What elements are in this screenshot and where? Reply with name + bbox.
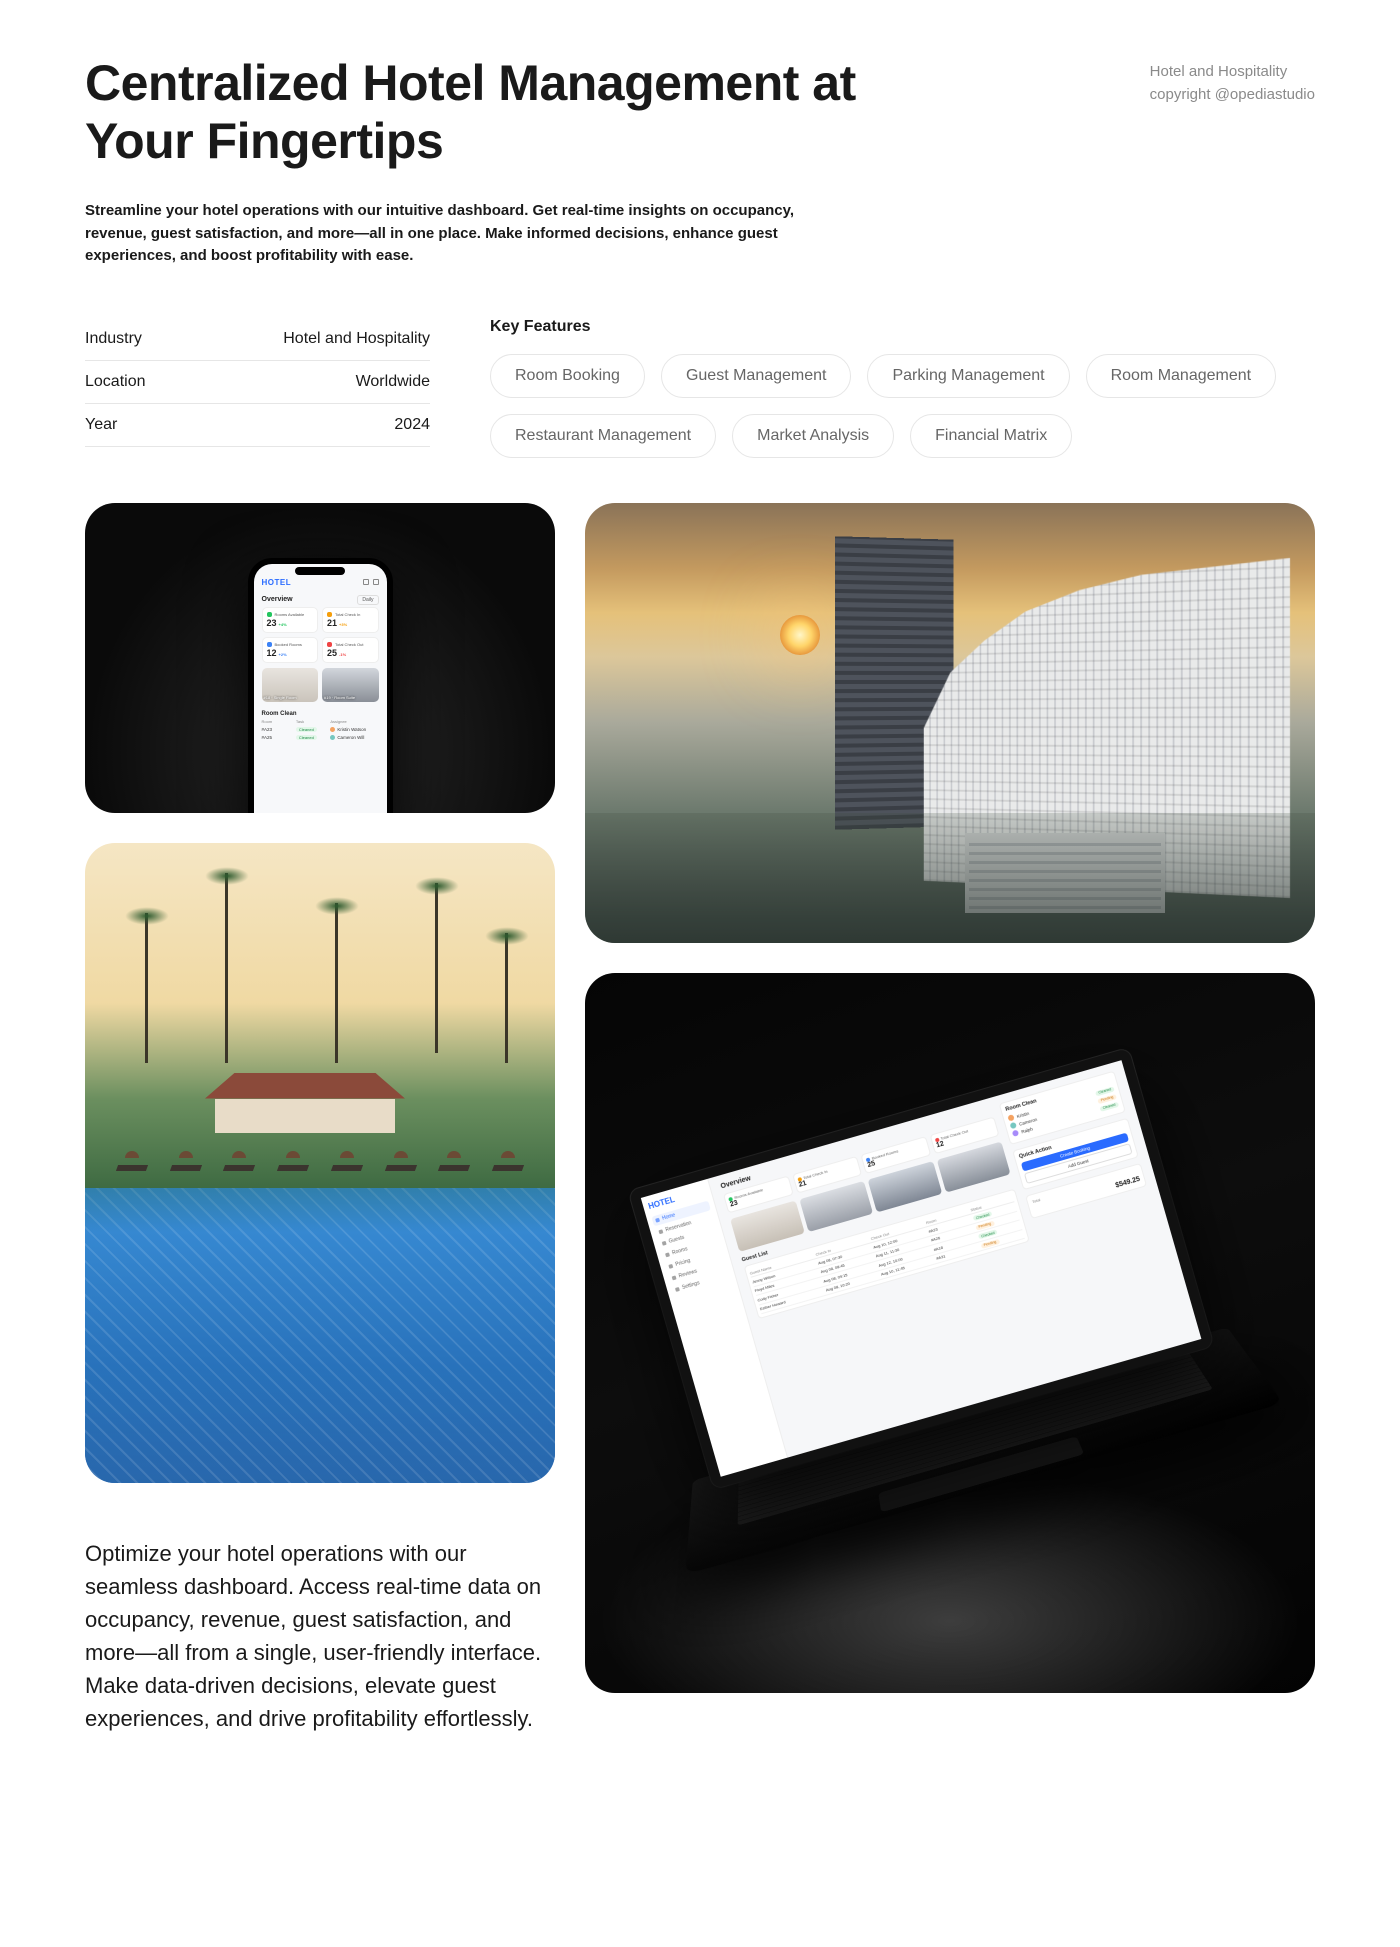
feature-pill: Restaurant Management	[490, 414, 716, 458]
info-value: 2024	[394, 416, 430, 434]
overview-title: Overview	[262, 596, 293, 603]
showcase-hotel-image	[585, 503, 1315, 943]
feature-pill: Financial Matrix	[910, 414, 1072, 458]
showcase-pool-image	[85, 843, 555, 1483]
room-card: #19 · Room Suite	[322, 668, 379, 702]
features-title: Key Features	[490, 318, 1315, 336]
description-paragraph: Optimize your hotel operations with our …	[85, 1537, 555, 1735]
feature-pill: Room Booking	[490, 354, 645, 398]
showcase-laptop-mockup: HOTEL Home Reservation Guests Rooms Pric…	[585, 973, 1315, 1693]
info-label: Location	[85, 373, 146, 391]
project-info-table: Industry Hotel and Hospitality Location …	[85, 318, 430, 447]
intro-paragraph: Streamline your hotel operations with ou…	[85, 200, 825, 268]
period-selector: Daily	[357, 595, 378, 605]
key-features: Key Features Room Booking Guest Manageme…	[490, 318, 1315, 458]
feature-pill: Parking Management	[867, 354, 1069, 398]
header-meta: Hotel and Hospitality copyright @opedias…	[1150, 61, 1315, 106]
meta-line-1: Hotel and Hospitality	[1150, 61, 1315, 84]
feature-pill: Room Management	[1086, 354, 1277, 398]
search-icon	[363, 579, 369, 585]
info-value: Worldwide	[356, 373, 430, 391]
sun-icon	[780, 615, 820, 655]
stat-card: Rooms Available 23+4%	[262, 607, 319, 633]
info-label: Industry	[85, 330, 142, 348]
page-title: Centralized Hotel Management at Your Fin…	[85, 55, 885, 170]
showcase-phone-mockup: HOTEL Overview Daily Rooms Available	[85, 503, 555, 813]
info-row-location: Location Worldwide	[85, 361, 430, 404]
bell-icon	[373, 579, 379, 585]
room-card: #18 · Single Room	[262, 668, 319, 702]
stat-card: Total Check In 21+3%	[322, 607, 379, 633]
info-value: Hotel and Hospitality	[283, 330, 430, 348]
feature-pill: Guest Management	[661, 354, 852, 398]
meta-line-2: copyright @opediastudio	[1150, 84, 1315, 107]
info-label: Year	[85, 416, 117, 434]
stat-card: Booked Rooms 12+2%	[262, 637, 319, 663]
info-row-industry: Industry Hotel and Hospitality	[85, 318, 430, 361]
table-row: #A23 Cleaned Kristin Watson	[262, 727, 379, 732]
table-row: #A25 Cleaned Cameron Will	[262, 735, 379, 740]
phone-device: HOTEL Overview Daily Rooms Available	[248, 558, 393, 813]
stat-card: Total Check Out 25-1%	[322, 637, 379, 663]
info-row-year: Year 2024	[85, 404, 430, 447]
section-title: Room Clean	[254, 707, 387, 719]
feature-pill: Market Analysis	[732, 414, 894, 458]
app-logo: HOTEL	[262, 578, 292, 587]
